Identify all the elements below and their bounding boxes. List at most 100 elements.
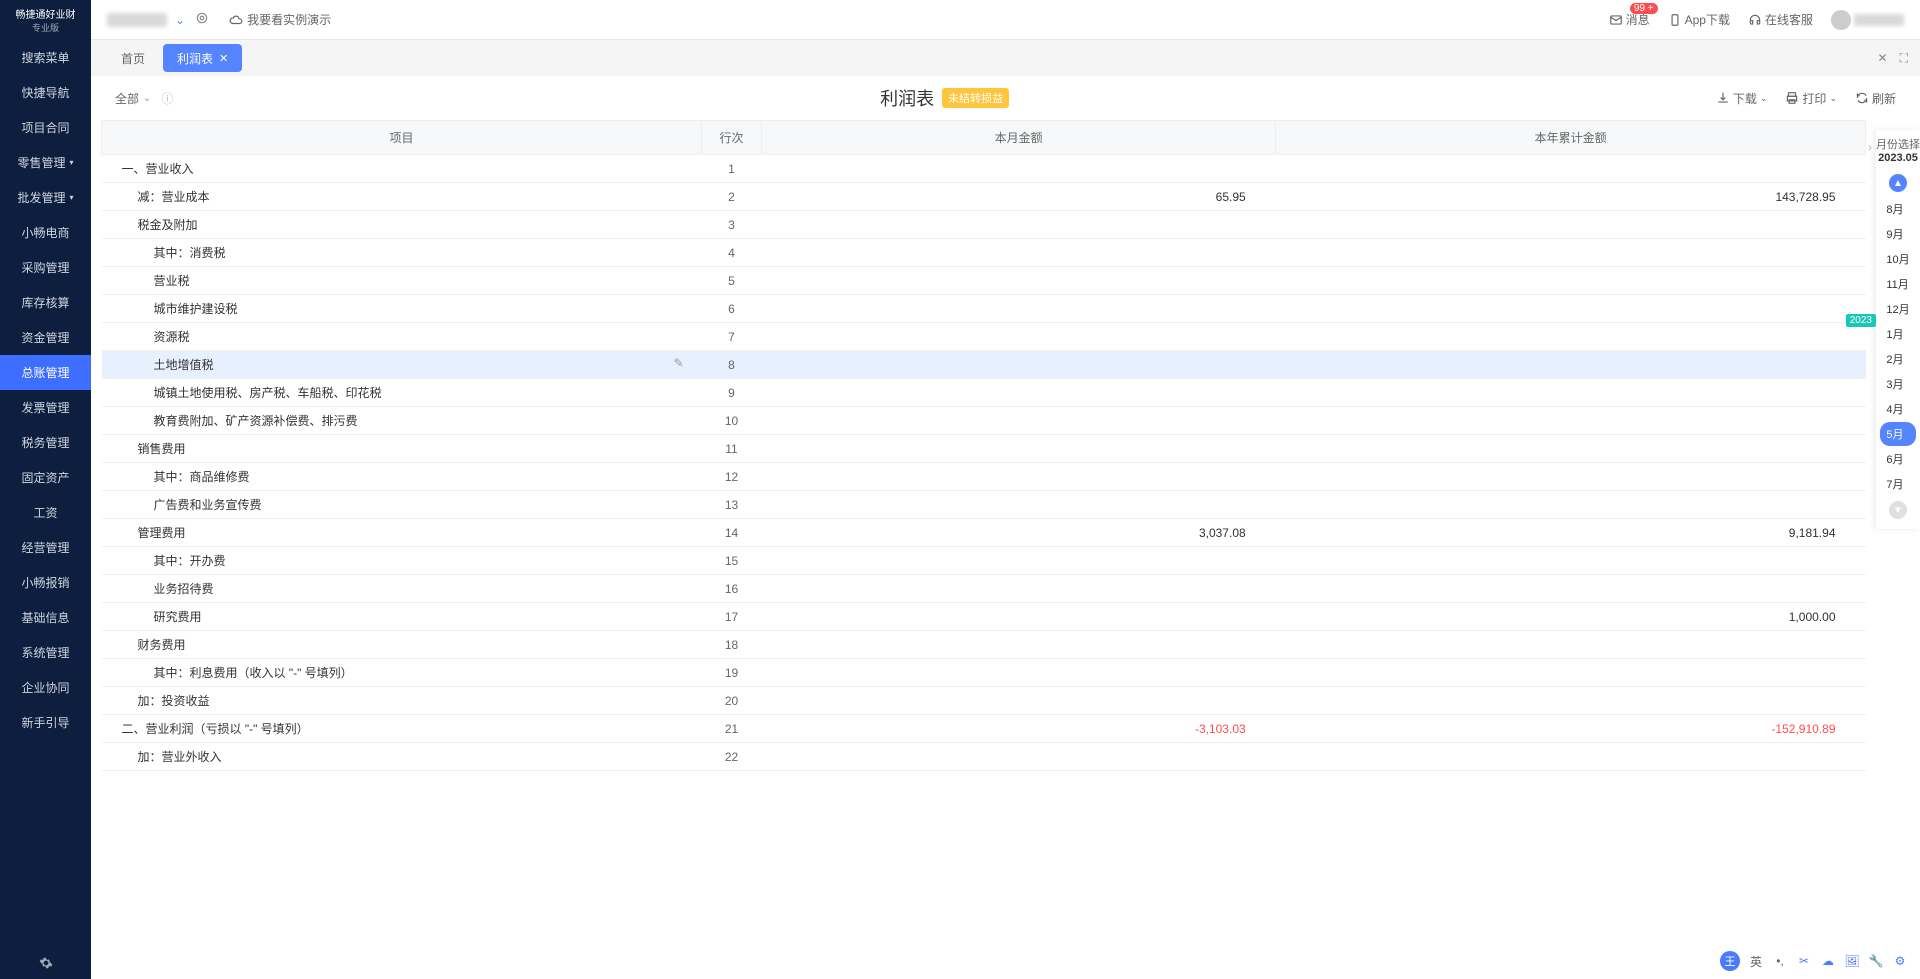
tool-icon[interactable]: 🔧 [1868, 953, 1884, 969]
row-num-cell: 17 [702, 603, 762, 631]
sidebar-item[interactable]: 资金管理 [0, 320, 91, 355]
expand-panel-icon[interactable]: › [1868, 140, 1872, 154]
username-blurred [1854, 14, 1904, 26]
year-amount-cell [1276, 379, 1866, 407]
sidebar-item[interactable]: 税务管理 [0, 425, 91, 460]
table-row[interactable]: 城市维护建设税6 [102, 295, 1866, 323]
gear-icon[interactable] [39, 956, 53, 973]
close-all-icon[interactable]: ✕ [1878, 51, 1888, 66]
table-row[interactable]: 加：营业外收入22 [102, 743, 1866, 771]
user-menu[interactable] [1831, 10, 1904, 30]
sidebar-item[interactable]: 采购管理 [0, 250, 91, 285]
settings-icon[interactable]: ⚙ [1892, 953, 1908, 969]
month-item[interactable]: 7月 [1880, 472, 1915, 496]
month-nav-down[interactable]: ▼ [1889, 501, 1907, 519]
table-row[interactable]: 资源税7 [102, 323, 1866, 351]
tab-home[interactable]: 首页 [107, 44, 159, 72]
settings-header-icon[interactable] [195, 11, 209, 28]
table-row[interactable]: 其中：消费税4 [102, 239, 1866, 267]
messages-button[interactable]: 消息 99 + [1609, 11, 1650, 28]
month-item[interactable]: 10月 [1880, 247, 1915, 271]
ime-indicator[interactable]: 王 [1720, 951, 1740, 971]
sidebar-item[interactable]: 基础信息 [0, 600, 91, 635]
month-item[interactable]: 11月 [1880, 272, 1915, 296]
scissors-icon[interactable]: ✂ [1796, 953, 1812, 969]
month-amount-cell [762, 743, 1276, 771]
sidebar-item[interactable]: 系统管理 [0, 635, 91, 670]
month-item[interactable]: 12月 [1880, 297, 1915, 321]
sidebar-item[interactable]: 小畅报销 [0, 565, 91, 600]
table-row[interactable]: 财务费用18 [102, 631, 1866, 659]
refresh-button[interactable]: 刷新 [1855, 90, 1896, 107]
app-download-button[interactable]: App下载 [1668, 11, 1730, 28]
sidebar-item[interactable]: 快捷导航 [0, 75, 91, 110]
table-row[interactable]: 营业税5 [102, 267, 1866, 295]
item-cell: 业务招待费 [102, 575, 702, 603]
row-num-cell: 11 [702, 435, 762, 463]
table-row[interactable]: 教育费附加、矿产资源补偿费、排污费10 [102, 407, 1866, 435]
table-row[interactable]: 城镇土地使用税、房产税、车船税、印花税9 [102, 379, 1866, 407]
table-row[interactable]: 业务招待费16 [102, 575, 1866, 603]
item-cell: 土地增值税✎ [102, 351, 702, 379]
table-row[interactable]: 税金及附加3 [102, 211, 1866, 239]
row-num-cell: 19 [702, 659, 762, 687]
table-row[interactable]: 加：投资收益20 [102, 687, 1866, 715]
sidebar-item[interactable]: 工资 [0, 495, 91, 530]
table-row[interactable]: 广告费和业务宣传费13 [102, 491, 1866, 519]
ime-lang[interactable]: 英 [1748, 953, 1764, 969]
sidebar-item[interactable]: 搜索菜单 [0, 40, 91, 75]
online-service-button[interactable]: 在线客服 [1748, 11, 1813, 28]
print-button[interactable]: 打印 ⌄ [1785, 90, 1837, 107]
ime-punct-icon[interactable]: •, [1772, 953, 1788, 969]
table-row[interactable]: 研究费用171,000.00 [102, 603, 1866, 631]
edit-icon[interactable]: ✎ [673, 356, 683, 370]
table-row[interactable]: 其中：开办费15 [102, 547, 1866, 575]
sidebar-item[interactable]: 小畅电商 [0, 215, 91, 250]
filter-dropdown[interactable]: 全部 ⌄ ⓘ [115, 90, 173, 107]
month-item[interactable]: 3月 [1880, 372, 1915, 396]
table-row[interactable]: 其中：利息费用（收入以 "-" 号填列）19 [102, 659, 1866, 687]
month-amount-cell [762, 491, 1276, 519]
table-row[interactable]: 土地增值税✎8 [102, 351, 1866, 379]
month-item[interactable]: 9月 [1880, 222, 1915, 246]
table-row[interactable]: 销售费用11 [102, 435, 1866, 463]
sidebar-item[interactable]: 企业协同 [0, 670, 91, 705]
sidebar-item[interactable]: 总账管理 [0, 355, 91, 390]
sidebar-item[interactable]: 固定资产 [0, 460, 91, 495]
sidebar-item[interactable]: 新手引导 [0, 705, 91, 740]
item-cell: 城镇土地使用税、房产税、车船税、印花税 [102, 379, 702, 407]
year-amount-cell [1276, 407, 1866, 435]
sidebar-item[interactable]: 项目合同 [0, 110, 91, 145]
table-row[interactable]: 一、营业收入1 [102, 155, 1866, 183]
help-icon[interactable]: ⓘ [161, 90, 173, 107]
month-item[interactable]: 2月 [1880, 347, 1915, 371]
month-item[interactable]: 6月 [1880, 447, 1915, 471]
month-item[interactable]: 4月 [1880, 397, 1915, 421]
month-item[interactable]: 8月 [1880, 197, 1915, 221]
demo-link[interactable]: 我要看实例演示 [229, 11, 331, 28]
cloud-sync-icon[interactable]: ☁ [1820, 953, 1836, 969]
org-selector[interactable]: ⌄ [107, 13, 185, 27]
sidebar-item[interactable]: 零售管理▾ [0, 145, 91, 180]
table-row[interactable]: 其中：商品维修费12 [102, 463, 1866, 491]
download-button[interactable]: 下载 ⌄ [1716, 90, 1768, 107]
item-cell: 其中：商品维修费 [102, 463, 702, 491]
tab-close-icon[interactable]: ✕ [219, 52, 228, 65]
item-cell: 其中：消费税 [102, 239, 702, 267]
month-item[interactable]: 1月 [1880, 322, 1915, 346]
row-num-cell: 6 [702, 295, 762, 323]
sidebar-item[interactable]: 发票管理 [0, 390, 91, 425]
year-amount-cell: -152,910.89 [1276, 715, 1866, 743]
sidebar-item[interactable]: 经营管理 [0, 530, 91, 565]
month-nav-up[interactable]: ▲ [1889, 174, 1907, 192]
fullscreen-icon[interactable]: ⛶ [1900, 51, 1908, 66]
month-amount-cell: 3,037.08 [762, 519, 1276, 547]
tab-profit-report[interactable]: 利润表 ✕ [163, 44, 242, 72]
picture-icon[interactable]: 🖼 [1844, 953, 1860, 969]
sidebar-item[interactable]: 库存核算 [0, 285, 91, 320]
table-row[interactable]: 二、营业利润（亏损以 "-" 号填列）21-3,103.03-152,910.8… [102, 715, 1866, 743]
table-row[interactable]: 减：营业成本265.95143,728.95 [102, 183, 1866, 211]
month-item[interactable]: 5月 [1880, 422, 1915, 446]
sidebar-item[interactable]: 批发管理▾ [0, 180, 91, 215]
table-row[interactable]: 管理费用143,037.089,181.94 [102, 519, 1866, 547]
